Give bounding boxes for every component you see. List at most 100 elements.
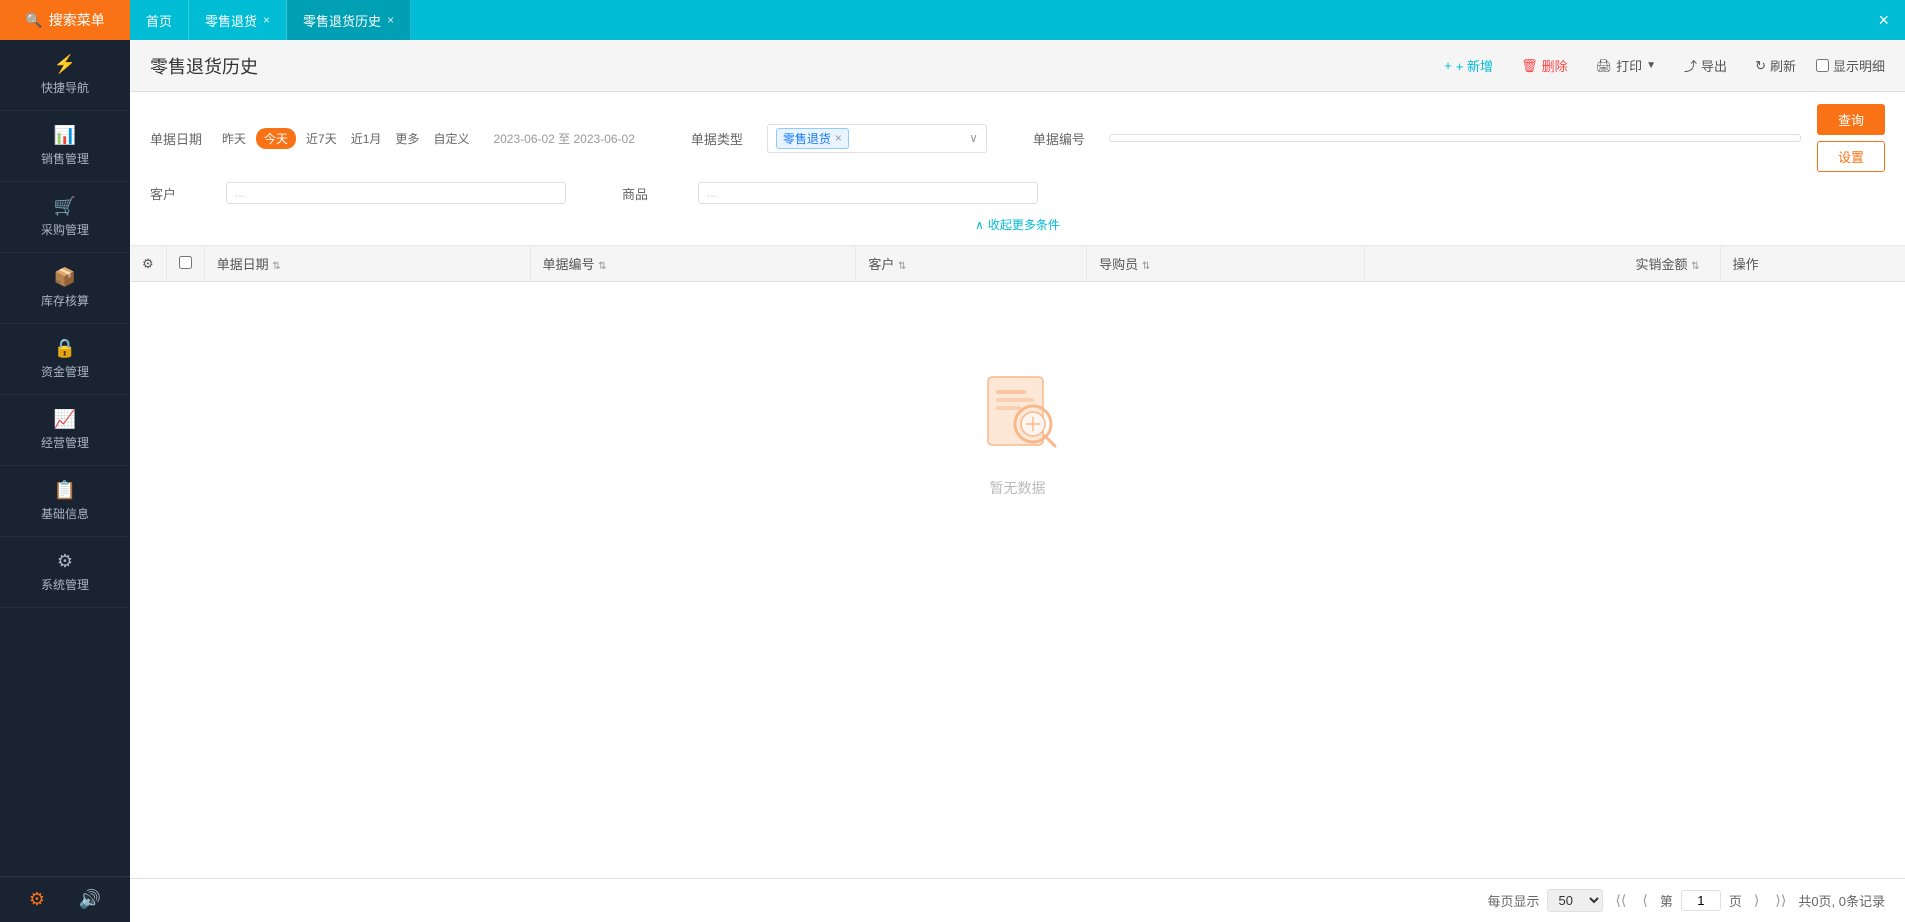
top-bar: 🔍 搜索菜单 首页 零售退货 × 零售退货历史 × × <box>0 0 1905 40</box>
pagination: 每页显示 50 10 20 100 ⟨⟨ ⟨ 第 页 ⟩ ⟩⟩ 共0页, 0条记… <box>130 878 1905 922</box>
doc-no-input[interactable] <box>1109 134 1801 142</box>
page-title: 零售退货历史 <box>150 53 258 79</box>
doc-date-sort-icon[interactable]: ⇅ <box>272 261 280 272</box>
page-input[interactable] <box>1681 890 1721 911</box>
th-guide-label: 导购员 <box>1099 257 1138 272</box>
tab-home[interactable]: 首页 <box>130 0 189 40</box>
customer-input[interactable]: ... <box>226 182 566 204</box>
doc-type-chip-label: 零售退货 <box>783 130 831 147</box>
sidebar-item-inventory[interactable]: 📦 库存核算 <box>0 253 130 324</box>
sidebar-item-operations[interactable]: 📈 经营管理 <box>0 395 130 466</box>
refresh-button[interactable]: ↻ 刷新 <box>1747 52 1804 79</box>
delete-icon: 🗑 <box>1521 58 1538 74</box>
sidebar-item-basic-info[interactable]: 📋 基础信息 <box>0 466 130 537</box>
export-icon: ⤴ <box>1684 56 1697 75</box>
empty-state-cell: 暂无数据 <box>130 282 1905 579</box>
query-button[interactable]: 查询 <box>1817 104 1885 135</box>
sidebar-item-sales-mgmt[interactable]: 📊 销售管理 <box>0 111 130 182</box>
shortcut-1month[interactable]: 近1月 <box>347 128 386 149</box>
date-shortcuts: 昨天 今天 近7天 近1月 更多 自定义 <box>218 128 473 149</box>
shortcut-more[interactable]: 更多 <box>391 128 423 149</box>
doc-type-select[interactable]: 零售退货 × ∨ <box>767 124 987 153</box>
sidebar-item-quick-nav[interactable]: ⚡ 快捷导航 <box>0 40 130 111</box>
doc-type-chip-close[interactable]: × <box>835 131 842 145</box>
export-button[interactable]: ⤴ 导出 <box>1676 52 1735 79</box>
search-icon: 🔍 <box>25 12 42 29</box>
display-detail-wrap: 显示明细 <box>1816 56 1885 75</box>
shortcut-7days[interactable]: 近7天 <box>302 128 341 149</box>
shortcut-today[interactable]: 今天 <box>256 128 296 149</box>
guide-sort-icon[interactable]: ⇅ <box>1142 261 1150 272</box>
date-range-value: 2023-06-02 至 2023-06-02 <box>493 130 634 147</box>
filter-row-2: 客户 ... 商品 ... <box>150 182 1885 204</box>
th-guide: 导购员 ⇅ <box>1087 246 1365 282</box>
settings-bottom-icon[interactable]: ⚙ <box>29 889 45 910</box>
filter-settings-button[interactable]: 设置 <box>1817 141 1885 172</box>
refresh-icon: ↻ <box>1755 58 1766 74</box>
display-detail-checkbox[interactable] <box>1816 59 1829 72</box>
new-button[interactable]: + + 新增 <box>1436 52 1501 79</box>
sidebar-item-finance[interactable]: 🔒 资金管理 <box>0 324 130 395</box>
print-button[interactable]: 🖨 打印 ▼ <box>1588 52 1664 79</box>
filter-row-1: 单据日期 昨天 今天 近7天 近1月 更多 自定义 2023-06-02 至 2… <box>150 104 1885 172</box>
th-doc-no: 单据编号 ⇅ <box>530 246 856 282</box>
tab-retail-return-history[interactable]: 零售退货历史 × <box>287 0 411 40</box>
shortcut-custom[interactable]: 自定义 <box>429 128 473 149</box>
table-header-row: ⚙ 单据日期 ⇅ 单据编号 ⇅ <box>130 246 1905 282</box>
shortcut-yesterday[interactable]: 昨天 <box>218 128 250 149</box>
date-filter-label: 单据日期 <box>150 129 202 148</box>
doc-type-chip: 零售退货 × <box>776 128 849 149</box>
delete-button[interactable]: 🗑 删除 <box>1513 52 1576 79</box>
th-settings[interactable]: ⚙ <box>130 246 166 282</box>
table-body: 暂无数据 <box>130 282 1905 579</box>
sidebar: ⚡ 快捷导航 📊 销售管理 🛒 采购管理 📦 库存核算 🔒 资金管理 📈 经营管… <box>0 40 130 922</box>
system-icon: ⚙ <box>57 551 73 572</box>
per-page-label: 每页显示 <box>1487 891 1539 910</box>
volume-icon[interactable]: 🔊 <box>79 889 101 910</box>
doc-no-label: 单据编号 <box>1033 129 1093 148</box>
sidebar-item-label-basic-info: 基础信息 <box>41 505 89 522</box>
th-checkbox[interactable] <box>166 246 204 282</box>
export-label: 导出 <box>1701 56 1727 75</box>
finance-icon: 🔒 <box>54 338 76 359</box>
query-actions: 查询 设置 <box>1817 104 1885 172</box>
per-page-select[interactable]: 50 10 20 100 <box>1547 889 1603 912</box>
sidebar-item-label-finance: 资金管理 <box>41 363 89 380</box>
prev-page-btn[interactable]: ⟨ <box>1638 890 1651 911</box>
data-table-wrap: ⚙ 单据日期 ⇅ 单据编号 ⇅ <box>130 246 1905 878</box>
customer-sort-icon[interactable]: ⇅ <box>898 261 906 272</box>
th-customer: 客户 ⇅ <box>856 246 1087 282</box>
tab-retail-return-history-close[interactable]: × <box>387 13 394 27</box>
inventory-icon: 📦 <box>54 267 76 288</box>
search-label: 搜索菜单 <box>49 10 105 30</box>
first-page-btn[interactable]: ⟨⟨ <box>1611 890 1630 911</box>
empty-text: 暂无数据 <box>990 478 1046 498</box>
collapse-filter-btn[interactable]: ∧ 收起更多条件 <box>975 216 1060 233</box>
next-page-btn[interactable]: ⟩ <box>1750 890 1763 911</box>
print-dropdown-icon: ▼ <box>1646 60 1656 71</box>
sidebar-item-label-inventory: 库存核算 <box>41 292 89 309</box>
basic-info-icon: 📋 <box>54 480 76 501</box>
amount-sort-icon[interactable]: ⇅ <box>1691 261 1699 272</box>
collapse-up-icon: ∧ <box>975 218 984 232</box>
sidebar-item-purchase-mgmt[interactable]: 🛒 采购管理 <box>0 182 130 253</box>
sidebar-bottom: ⚙ 🔊 <box>0 876 130 922</box>
tab-retail-return[interactable]: 零售退货 × <box>189 0 287 40</box>
last-page-btn[interactable]: ⟩⟩ <box>1771 890 1790 911</box>
close-icon: × <box>1878 10 1889 30</box>
window-close-btn[interactable]: × <box>1862 10 1905 31</box>
quick-nav-icon: ⚡ <box>54 54 76 75</box>
th-customer-label: 客户 <box>868 257 894 272</box>
doc-no-sort-icon[interactable]: ⇅ <box>598 261 606 272</box>
header-actions: + + 新增 🗑 删除 🖨 打印 ▼ ⤴ 导出 ↻ <box>1436 52 1885 79</box>
empty-state-row: 暂无数据 <box>130 282 1905 579</box>
search-menu-btn[interactable]: 🔍 搜索菜单 <box>0 0 130 40</box>
tab-retail-return-close[interactable]: × <box>263 13 270 27</box>
purchase-icon: 🛒 <box>54 196 76 217</box>
sidebar-item-system-mgmt[interactable]: ⚙ 系统管理 <box>0 537 130 608</box>
main-layout: ⚡ 快捷导航 📊 销售管理 🛒 采购管理 📦 库存核算 🔒 资金管理 📈 经营管… <box>0 40 1905 922</box>
select-all-checkbox[interactable] <box>179 256 192 269</box>
goods-input[interactable]: ... <box>698 182 1038 204</box>
content-area: 零售退货历史 + + 新增 🗑 删除 🖨 打印 ▼ ⤴ 导出 <box>130 40 1905 922</box>
sidebar-item-label-operations: 经营管理 <box>41 434 89 451</box>
